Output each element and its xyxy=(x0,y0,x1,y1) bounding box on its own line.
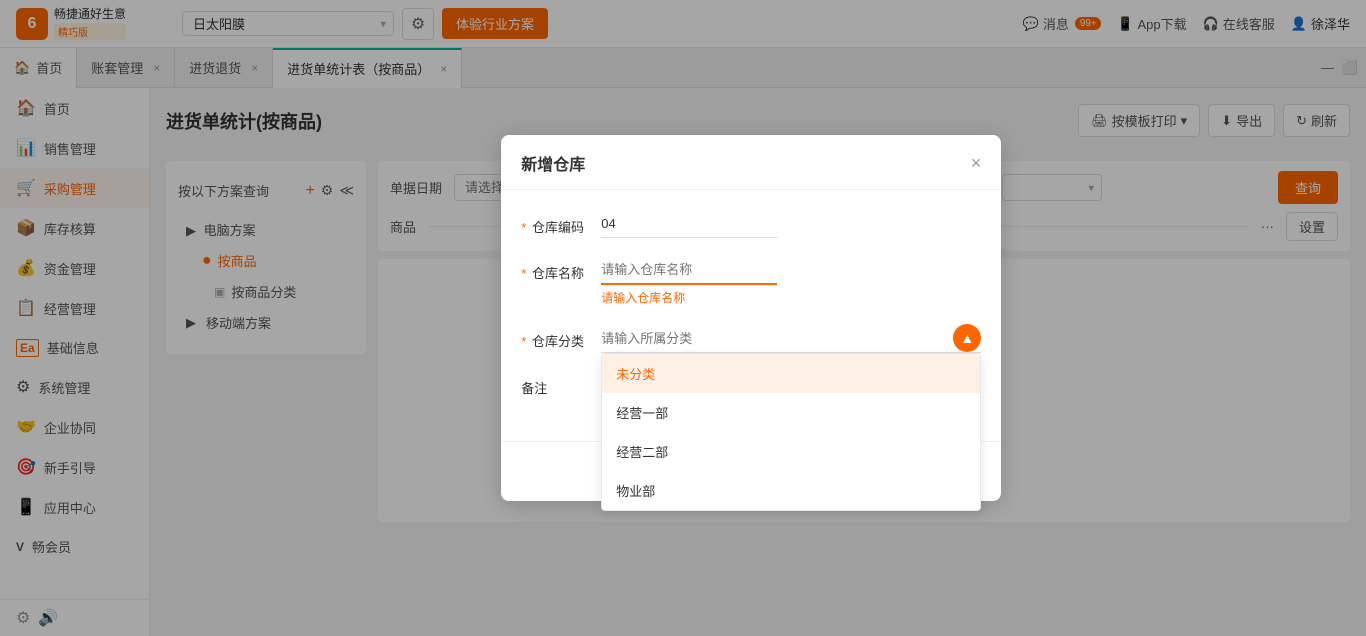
modal-header: 新增仓库 × xyxy=(501,135,1001,190)
warehouse-category-row: * 仓库分类 ▲ 未分类 经营一部 经营二部 物业部 xyxy=(521,324,981,353)
category-dropdown: 未分类 经营一部 经营二部 物业部 xyxy=(601,353,981,511)
add-warehouse-modal: 新增仓库 × * 仓库编码 * 仓库名称 请输入仓库名称 xyxy=(501,135,1001,501)
modal-close-button[interactable]: × xyxy=(971,153,982,174)
dropdown-item-3[interactable]: 物业部 xyxy=(602,471,980,510)
modal-title: 新增仓库 xyxy=(521,151,585,175)
remark-label: 备注 xyxy=(521,371,601,397)
category-input[interactable] xyxy=(601,325,953,352)
dropdown-item-0[interactable]: 未分类 xyxy=(602,354,980,393)
warehouse-code-row: * 仓库编码 xyxy=(521,210,981,238)
warehouse-code-label: * 仓库编码 xyxy=(521,210,601,236)
warehouse-name-error: 请输入仓库名称 xyxy=(601,289,981,306)
warehouse-category-label: * 仓库分类 xyxy=(521,324,601,350)
warehouse-name-row: * 仓库名称 请输入仓库名称 xyxy=(521,256,981,306)
dropdown-item-2[interactable]: 经营二部 xyxy=(602,432,980,471)
modal-body: * 仓库编码 * 仓库名称 请输入仓库名称 * 仓库分类 xyxy=(501,190,1001,441)
dropdown-item-1[interactable]: 经营一部 xyxy=(602,393,980,432)
category-arrow-button[interactable]: ▲ xyxy=(953,324,981,352)
warehouse-name-input[interactable] xyxy=(601,256,777,285)
warehouse-name-label: * 仓库名称 xyxy=(521,256,601,282)
category-input-wrapper: ▲ xyxy=(601,324,981,353)
warehouse-code-input[interactable] xyxy=(601,210,777,238)
